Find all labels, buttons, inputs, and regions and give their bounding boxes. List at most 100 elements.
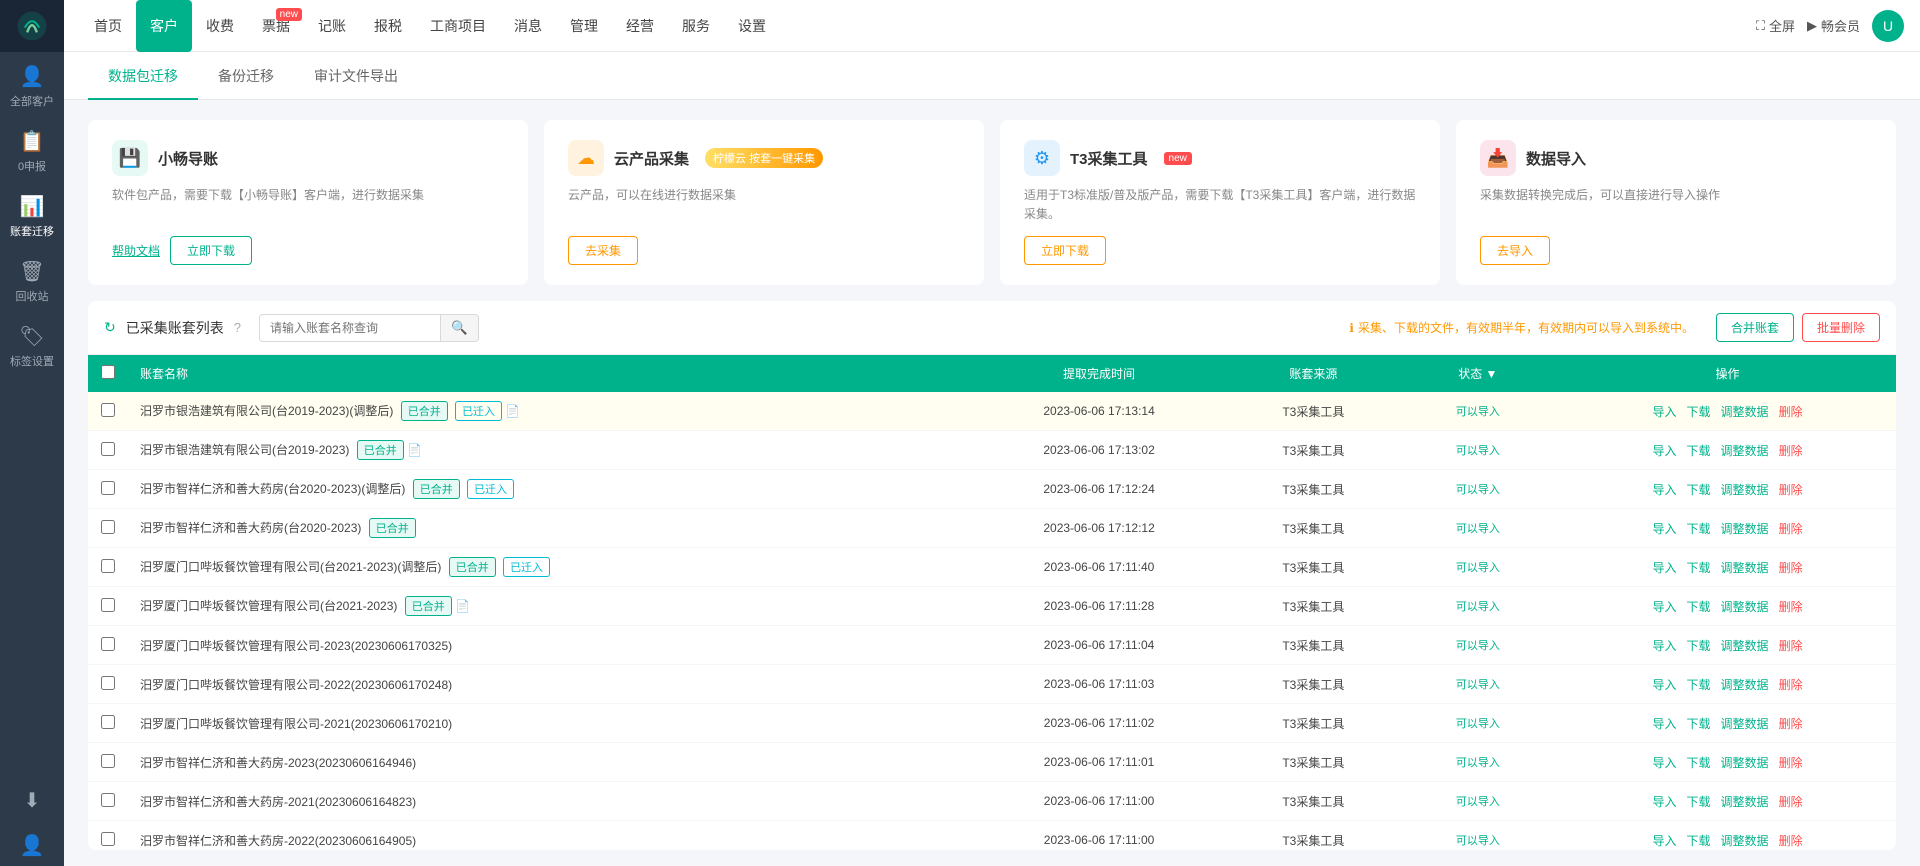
nav-billing[interactable]: 收费 — [192, 0, 248, 52]
download-action-button[interactable]: 下载 — [1687, 754, 1711, 771]
download-action-button[interactable]: 下载 — [1687, 832, 1711, 849]
tab-audit-export[interactable]: 审计文件导出 — [294, 52, 418, 100]
adjust-data-action-button[interactable]: 调整数据 — [1721, 676, 1769, 693]
delete-action-button[interactable]: 删除 — [1779, 442, 1803, 459]
adjust-data-action-button[interactable]: 调整数据 — [1721, 793, 1769, 810]
import-action-button[interactable]: 导入 — [1653, 637, 1677, 654]
adjust-data-action-button[interactable]: 调整数据 — [1721, 832, 1769, 849]
row-checkbox[interactable] — [101, 598, 115, 612]
delete-action-button[interactable]: 删除 — [1779, 715, 1803, 732]
fullscreen-button[interactable]: ⛶ 全屏 — [1756, 16, 1795, 35]
nav-messages[interactable]: 消息 — [500, 0, 556, 52]
download-action-button[interactable]: 下载 — [1687, 559, 1711, 576]
delete-action-button[interactable]: 删除 — [1779, 403, 1803, 420]
row-checkbox[interactable] — [101, 676, 115, 690]
search-input[interactable] — [260, 316, 440, 340]
delete-action-button[interactable]: 删除 — [1779, 793, 1803, 810]
refresh-icon[interactable]: ↻ — [104, 319, 116, 336]
nav-tax[interactable]: 报税 — [360, 0, 416, 52]
download-action-button[interactable]: 下载 — [1687, 520, 1711, 537]
download-action-button[interactable]: 下载 — [1687, 481, 1711, 498]
app-logo[interactable] — [0, 0, 64, 52]
adjust-data-action-button[interactable]: 调整数据 — [1721, 481, 1769, 498]
import-action-button[interactable]: 导入 — [1653, 442, 1677, 459]
nav-accounting[interactable]: 记账 — [304, 0, 360, 52]
nav-client[interactable]: 客户 — [136, 0, 192, 52]
import-action-button[interactable]: 导入 — [1653, 793, 1677, 810]
t3-download-button[interactable]: 立即下载 — [1024, 236, 1106, 265]
delete-action-button[interactable]: 删除 — [1779, 481, 1803, 498]
tab-data-migration[interactable]: 数据包迁移 — [88, 52, 198, 100]
delete-action-button[interactable]: 删除 — [1779, 559, 1803, 576]
delete-action-button[interactable]: 删除 — [1779, 754, 1803, 771]
sidebar-item-all-clients[interactable]: 👤 全部客户 — [0, 52, 64, 117]
download-action-button[interactable]: 下载 — [1687, 676, 1711, 693]
tab-backup-transfer[interactable]: 备份迁移 — [198, 52, 294, 100]
row-checkbox[interactable] — [101, 637, 115, 651]
download-action-button[interactable]: 下载 — [1687, 442, 1711, 459]
download-now-button[interactable]: 立即下载 — [170, 236, 252, 265]
nav-service[interactable]: 服务 — [668, 0, 724, 52]
nav-home[interactable]: 首页 — [80, 0, 136, 52]
delete-action-button[interactable]: 删除 — [1779, 676, 1803, 693]
card-header: 💾 小畅导账 — [112, 140, 504, 176]
row-checkbox[interactable] — [101, 403, 115, 417]
search-button[interactable]: 🔍 — [440, 315, 478, 341]
user-avatar[interactable]: U — [1872, 10, 1904, 42]
row-checkbox[interactable] — [101, 715, 115, 729]
row-checkbox[interactable] — [101, 793, 115, 807]
status-badge: 可以导入 — [1448, 596, 1508, 616]
go-import-button[interactable]: 去导入 — [1480, 236, 1550, 265]
select-all-checkbox[interactable] — [101, 365, 115, 379]
adjust-data-action-button[interactable]: 调整数据 — [1721, 403, 1769, 420]
sidebar-item-zero-report[interactable]: 📋 0申报 — [0, 117, 64, 182]
row-checkbox[interactable] — [101, 520, 115, 534]
adjust-data-action-button[interactable]: 调整数据 — [1721, 637, 1769, 654]
delete-action-button[interactable]: 删除 — [1779, 520, 1803, 537]
import-action-button[interactable]: 导入 — [1653, 598, 1677, 615]
nav-business[interactable]: 工商项目 — [416, 0, 500, 52]
sidebar-item-user-profile[interactable]: 👤 — [0, 821, 64, 866]
import-action-button[interactable]: 导入 — [1653, 676, 1677, 693]
adjust-data-action-button[interactable]: 调整数据 — [1721, 715, 1769, 732]
download-action-button[interactable]: 下载 — [1687, 793, 1711, 810]
row-checkbox[interactable] — [101, 832, 115, 846]
delete-action-button[interactable]: 删除 — [1779, 637, 1803, 654]
import-action-button[interactable]: 导入 — [1653, 481, 1677, 498]
import-action-button[interactable]: 导入 — [1653, 832, 1677, 849]
import-action-button[interactable]: 导入 — [1653, 559, 1677, 576]
member-button[interactable]: ▶ 畅会员 — [1807, 16, 1860, 35]
sidebar-item-download[interactable]: ⬇ — [0, 776, 64, 821]
download-action-button[interactable]: 下载 — [1687, 403, 1711, 420]
help-doc-link[interactable]: 帮助文档 — [112, 242, 160, 259]
nav-manage[interactable]: 管理 — [556, 0, 612, 52]
adjust-data-action-button[interactable]: 调整数据 — [1721, 442, 1769, 459]
sidebar-item-recycle[interactable]: 🗑 回收站 — [0, 247, 64, 312]
import-action-button[interactable]: 导入 — [1653, 754, 1677, 771]
row-checkbox[interactable] — [101, 442, 115, 456]
adjust-data-action-button[interactable]: 调整数据 — [1721, 754, 1769, 771]
nav-operations[interactable]: 经营 — [612, 0, 668, 52]
import-action-button[interactable]: 导入 — [1653, 715, 1677, 732]
row-checkbox[interactable] — [101, 754, 115, 768]
download-action-button[interactable]: 下载 — [1687, 715, 1711, 732]
delete-action-button[interactable]: 删除 — [1779, 832, 1803, 849]
batch-delete-button[interactable]: 批量删除 — [1802, 313, 1880, 342]
row-checkbox[interactable] — [101, 559, 115, 573]
sidebar-item-account-transfer[interactable]: 📊 账套迁移 — [0, 182, 64, 247]
adjust-data-action-button[interactable]: 调整数据 — [1721, 559, 1769, 576]
import-action-button[interactable]: 导入 — [1653, 520, 1677, 537]
nav-invoice[interactable]: 票据 new — [248, 0, 304, 52]
download-action-button[interactable]: 下载 — [1687, 598, 1711, 615]
sidebar-item-tag-settings[interactable]: 🏷 标签设置 — [0, 312, 64, 377]
row-checkbox[interactable] — [101, 481, 115, 495]
import-action-button[interactable]: 导入 — [1653, 403, 1677, 420]
download-action-button[interactable]: 下载 — [1687, 637, 1711, 654]
go-collect-button[interactable]: 去采集 — [568, 236, 638, 265]
help-icon[interactable]: ? — [234, 320, 241, 335]
delete-action-button[interactable]: 删除 — [1779, 598, 1803, 615]
nav-settings[interactable]: 设置 — [724, 0, 780, 52]
adjust-data-action-button[interactable]: 调整数据 — [1721, 598, 1769, 615]
merge-account-button[interactable]: 合并账套 — [1716, 313, 1794, 342]
adjust-data-action-button[interactable]: 调整数据 — [1721, 520, 1769, 537]
